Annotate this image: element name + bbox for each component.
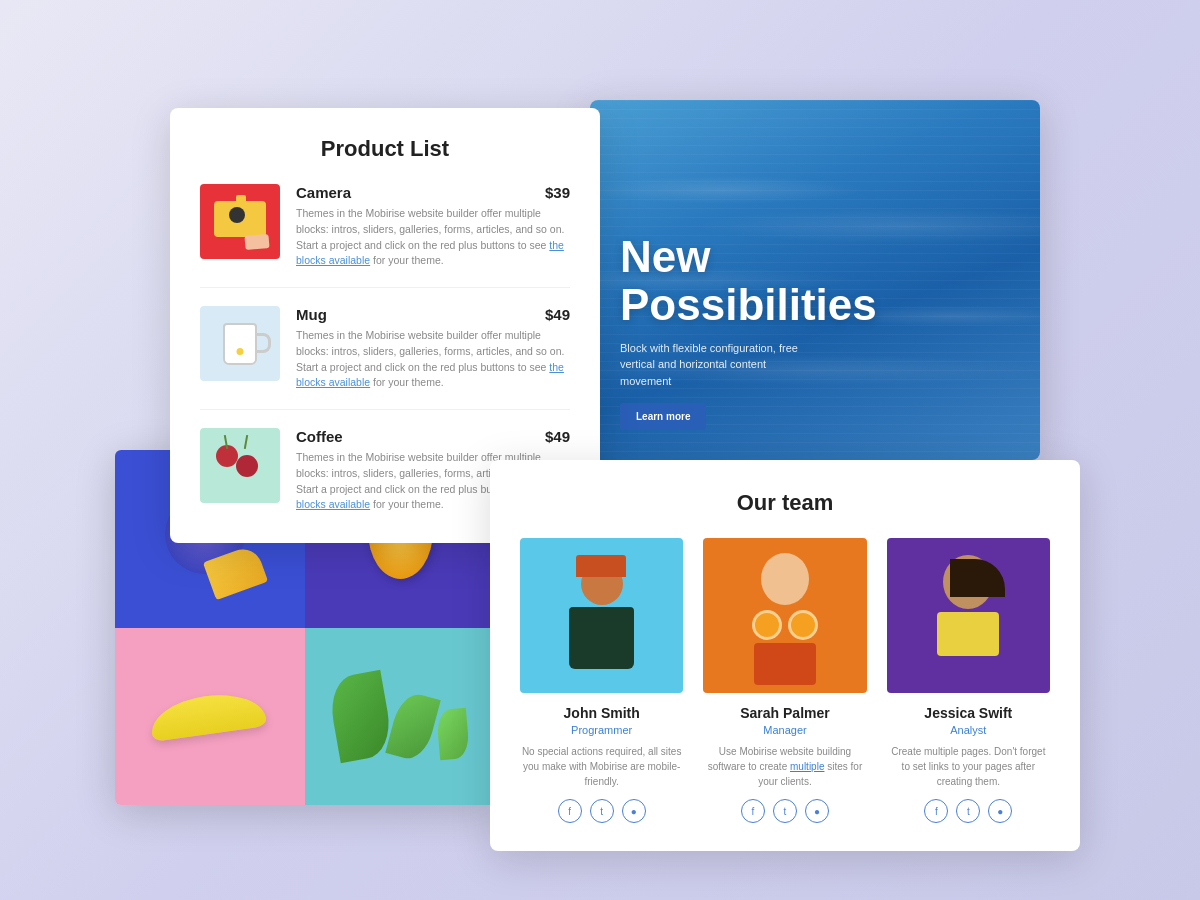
john-instagram-icon[interactable]: ● <box>622 799 646 823</box>
photo-cell-plant <box>305 628 495 806</box>
product-item-camera: Camera $39 Themes in the Mobirise websit… <box>200 184 570 288</box>
team-card: Our team John Smith Programmer No specia… <box>490 460 1080 851</box>
sarah-role: Manager <box>703 724 866 736</box>
mug-price: $49 <box>545 306 570 323</box>
team-member-jessica: Jessica Swift Analyst Create multiple pa… <box>887 538 1050 823</box>
ocean-content: New Possibilities Block with flexible co… <box>620 233 1010 430</box>
learn-more-button[interactable]: Learn more <box>620 403 706 430</box>
coffee-name: Coffee <box>296 428 343 445</box>
jessica-twitter-icon[interactable]: t <box>956 799 980 823</box>
camera-name: Camera <box>296 184 351 201</box>
camera-image <box>200 184 280 259</box>
coffee-price: $49 <box>545 428 570 445</box>
team-member-sarah: Sarah Palmer Manager Use Mobirise websit… <box>703 538 866 823</box>
john-facebook-icon[interactable]: f <box>558 799 582 823</box>
camera-desc: Themes in the Mobirise website builder o… <box>296 206 570 269</box>
sarah-social: f t ● <box>703 799 866 823</box>
mug-desc: Themes in the Mobirise website builder o… <box>296 328 570 391</box>
photo-cell-banana <box>115 628 305 806</box>
jessica-instagram-icon[interactable]: ● <box>988 799 1012 823</box>
team-title: Our team <box>520 490 1050 516</box>
john-social: f t ● <box>520 799 683 823</box>
team-members-grid: John Smith Programmer No special actions… <box>520 538 1050 823</box>
product-list-title: Product List <box>200 136 570 162</box>
sarah-twitter-icon[interactable]: t <box>773 799 797 823</box>
sarah-instagram-icon[interactable]: ● <box>805 799 829 823</box>
ocean-title-possibilities: Possibilities <box>620 281 1010 329</box>
jessica-name: Jessica Swift <box>887 705 1050 721</box>
sarah-photo <box>703 538 866 693</box>
mug-image <box>200 306 280 381</box>
john-twitter-icon[interactable]: t <box>590 799 614 823</box>
jessica-photo <box>887 538 1050 693</box>
coffee-image <box>200 428 280 503</box>
john-name: John Smith <box>520 705 683 721</box>
sarah-desc: Use Mobirise website building software t… <box>703 744 866 789</box>
jessica-desc: Create multiple pages. Don't forget to s… <box>887 744 1050 789</box>
john-role: Programmer <box>520 724 683 736</box>
ocean-background: New Possibilities Block with flexible co… <box>590 100 1040 460</box>
jessica-facebook-icon[interactable]: f <box>924 799 948 823</box>
camera-price: $39 <box>545 184 570 201</box>
product-item-mug: Mug $49 Themes in the Mobirise website b… <box>200 306 570 410</box>
sarah-name: Sarah Palmer <box>703 705 866 721</box>
john-desc: No special actions required, all sites y… <box>520 744 683 789</box>
ocean-subtitle: Block with flexible configuration, free … <box>620 340 820 390</box>
ocean-hero-card: New Possibilities Block with flexible co… <box>590 100 1040 460</box>
sarah-facebook-icon[interactable]: f <box>741 799 765 823</box>
jessica-role: Analyst <box>887 724 1050 736</box>
camera-info: Camera $39 Themes in the Mobirise websit… <box>296 184 570 269</box>
mug-name: Mug <box>296 306 327 323</box>
mug-info: Mug $49 Themes in the Mobirise website b… <box>296 306 570 391</box>
john-photo <box>520 538 683 693</box>
ocean-title-new: New <box>620 233 1010 281</box>
team-member-john: John Smith Programmer No special actions… <box>520 538 683 823</box>
jessica-social: f t ● <box>887 799 1050 823</box>
